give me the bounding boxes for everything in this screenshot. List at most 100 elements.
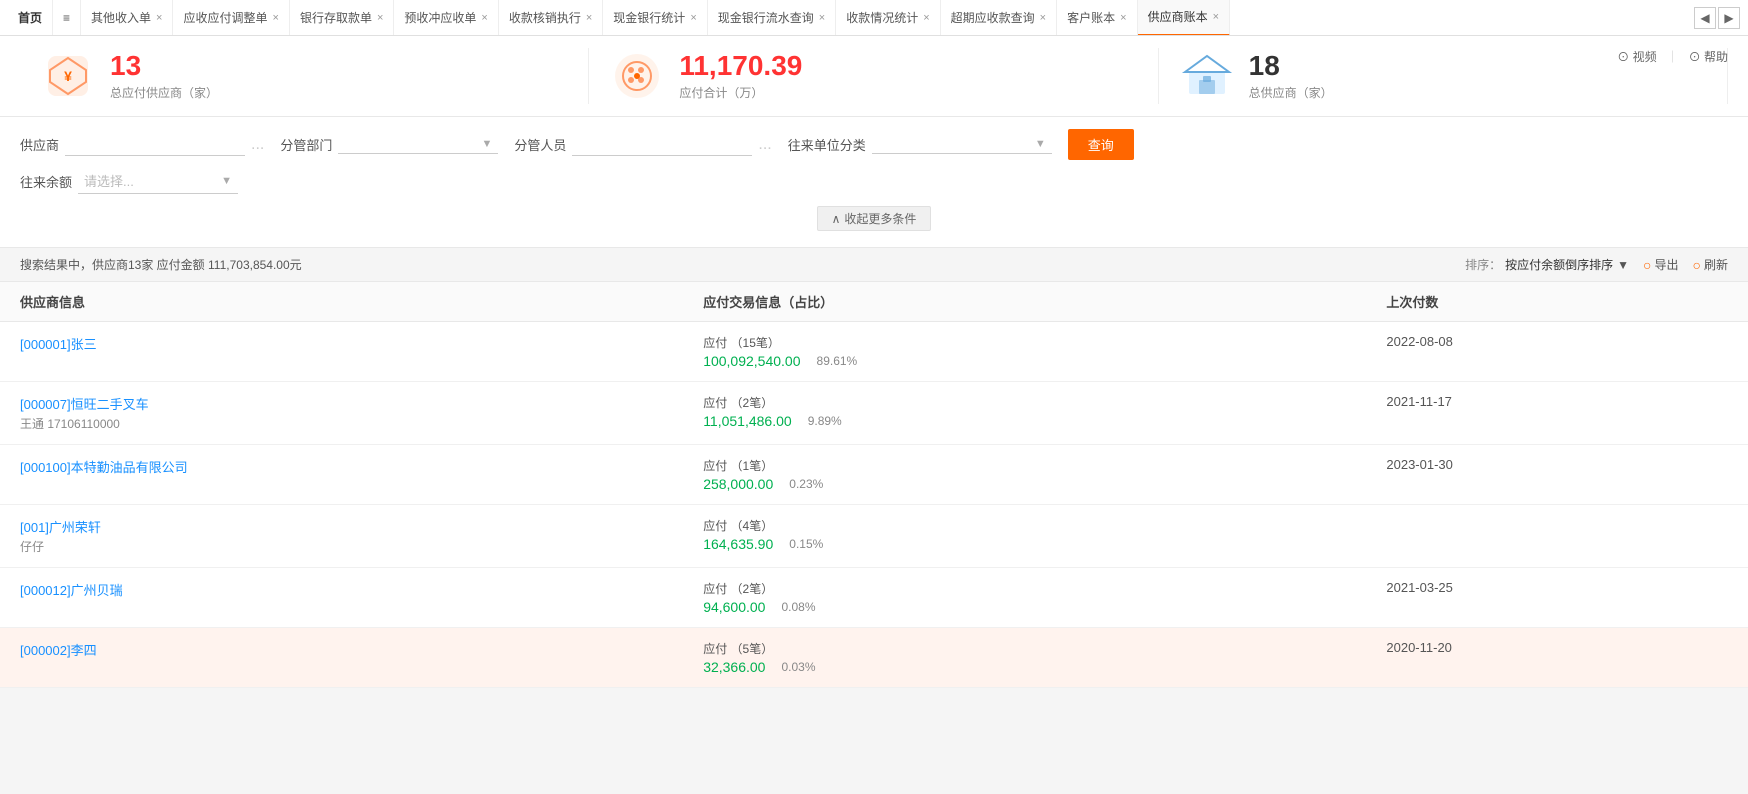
nav-tab-prepay-ar[interactable]: 预收冲应收单 ×: [394, 0, 498, 36]
trans-amount-link-5[interactable]: 32,366.00: [703, 659, 765, 675]
supplier-link-5[interactable]: [000002]李四: [20, 643, 97, 658]
close-cash-bank-stat-icon[interactable]: ×: [690, 12, 696, 24]
col-header-supplier: 供应商信息: [20, 292, 703, 311]
collapse-button[interactable]: ∧ 收起更多条件: [817, 206, 932, 231]
category-filter-label: 往来单位分类: [788, 135, 866, 154]
store-icon: [1179, 48, 1235, 104]
last-pay-0: 2022-08-08: [1386, 334, 1728, 349]
supplier-filter-input[interactable]: [65, 134, 245, 156]
balance-chevron-down-icon: ▼: [221, 175, 232, 187]
col-header-lastpay: 上次付数: [1386, 292, 1728, 311]
category-filter-select[interactable]: ▼: [872, 135, 1052, 154]
nav-tab-home-label: 首页: [18, 9, 42, 26]
nav-tab-collection-verify[interactable]: 收款核销执行 ×: [499, 0, 603, 36]
nav-tab-menu[interactable]: ≡: [53, 0, 81, 36]
result-bar-right: 排序： 按应付余额倒序排序 ▼ ○ 导出 ○ 刷新: [1465, 256, 1728, 273]
sort-control[interactable]: 排序： 按应付余额倒序排序 ▼: [1465, 256, 1629, 273]
close-cash-flow-query-icon[interactable]: ×: [819, 12, 825, 24]
dept-filter-label: 分管部门: [280, 135, 332, 154]
help-link[interactable]: ⊙ 帮助: [1689, 48, 1728, 65]
export-button[interactable]: ○ 导出: [1643, 256, 1678, 273]
close-overdue-ar-query-icon[interactable]: ×: [1040, 12, 1046, 24]
diamond-coin-icon: ¥: [40, 48, 96, 104]
person-dots-icon[interactable]: ...: [758, 136, 771, 154]
close-collection-verify-icon[interactable]: ×: [586, 12, 592, 24]
nav-tab-overdue-ar-query[interactable]: 超期应收款查询 ×: [941, 0, 1057, 36]
nav-tab-supplier-ledger-label: 供应商账本: [1148, 8, 1208, 25]
trans-label-1: 应付 （2笔）: [703, 394, 1386, 411]
close-collection-stat-icon[interactable]: ×: [923, 12, 929, 24]
close-prepay-ar-icon[interactable]: ×: [481, 12, 487, 24]
trans-amount-link-2[interactable]: 258,000.00: [703, 476, 773, 492]
close-bank-deposit-icon[interactable]: ×: [377, 12, 383, 24]
query-button[interactable]: 查询: [1068, 129, 1134, 160]
trans-amount-link-3[interactable]: 164,635.90: [703, 536, 773, 552]
col-header-transaction: 应付交易信息（占比）: [703, 292, 1386, 311]
nav-tab-collection-stat[interactable]: 收款情况统计 ×: [836, 0, 940, 36]
video-link[interactable]: ⊙ 视频: [1617, 48, 1656, 65]
balance-filter-label: 往来余额: [20, 172, 72, 191]
close-ar-ap-adjust-icon[interactable]: ×: [273, 12, 279, 24]
supplier-info-1: [000007]恒旺二手叉车 王通 17106110000: [20, 394, 703, 432]
trans-label-4: 应付 （2笔）: [703, 580, 1386, 597]
nav-tab-home[interactable]: 首页: [8, 0, 53, 36]
nav-tab-menu-label: ≡: [63, 11, 70, 25]
nav-tab-other-income-label: 其他收入单: [91, 9, 151, 26]
nav-tab-supplier-ledger[interactable]: 供应商账本 ×: [1138, 0, 1230, 36]
supplier-info-4: [000012]广州贝瑞: [20, 580, 703, 599]
close-supplier-ledger-icon[interactable]: ×: [1213, 11, 1219, 23]
summary-payable-suppliers: ¥ 13 总应付供应商（家）: [20, 48, 589, 104]
payable-suppliers-number: 13: [110, 51, 218, 82]
balance-filter-select[interactable]: 请选择... ▼: [78, 168, 238, 194]
transaction-info-2: 应付 （1笔） 258,000.00 0.23%: [703, 457, 1386, 492]
nav-prev-button[interactable]: ◀: [1694, 7, 1716, 29]
table-header: 供应商信息 应付交易信息（占比） 上次付数: [0, 282, 1748, 322]
supplier-name-3: [001]广州荣轩: [20, 517, 703, 536]
nav-tab-other-income[interactable]: 其他收入单 ×: [81, 0, 173, 36]
refresh-button[interactable]: ○ 刷新: [1693, 256, 1728, 273]
transaction-info-4: 应付 （2笔） 94,600.00 0.08%: [703, 580, 1386, 615]
nav-next-button[interactable]: ▶: [1718, 7, 1740, 29]
supplier-link-3[interactable]: [001]广州荣轩: [20, 520, 101, 535]
supplier-link-1[interactable]: [000007]恒旺二手叉车: [20, 397, 149, 412]
result-summary-text: 搜索结果中，供应商13家 应付金额 111,703,854.00元: [20, 256, 302, 273]
nav-tab-cash-flow-query-label: 现金银行流水查询: [718, 9, 814, 26]
collapse-label: 收起更多条件: [844, 210, 916, 227]
nav-tab-collection-stat-label: 收款情况统计: [846, 9, 918, 26]
trans-amount-link-0[interactable]: 100,092,540.00: [703, 353, 800, 369]
filter-person: 分管人员 ...: [514, 134, 771, 156]
table-row: [000001]张三 应付 （15笔） 100,092,540.00 89.61…: [0, 322, 1748, 382]
trans-amount-link-4[interactable]: 94,600.00: [703, 599, 765, 615]
nav-tab-customer-ledger[interactable]: 客户账本 ×: [1057, 0, 1137, 36]
sort-value[interactable]: 按应付余额倒序排序: [1505, 256, 1613, 273]
supplier-link-4[interactable]: [000012]广州贝瑞: [20, 583, 123, 598]
filter-dept: 分管部门 ▼: [280, 135, 498, 154]
export-icon: ○: [1643, 257, 1651, 273]
top-navigation: 首页 ≡ 其他收入单 × 应收应付调整单 × 银行存取款单 × 预收冲应收单 ×…: [0, 0, 1748, 36]
supplier-table: 供应商信息 应付交易信息（占比） 上次付数 [000001]张三 应付 （15笔…: [0, 282, 1748, 688]
supplier-link-2[interactable]: [000100]本特勤油品有限公司: [20, 460, 188, 475]
nav-tab-cash-bank-stat-label: 现金银行统计: [613, 9, 685, 26]
supplier-dots-icon[interactable]: ...: [251, 136, 264, 154]
nav-tab-collection-verify-label: 收款核销执行: [509, 9, 581, 26]
dept-filter-select[interactable]: ▼: [338, 135, 498, 154]
last-pay-1: 2021-11-17: [1386, 394, 1728, 409]
nav-tab-cash-bank-stat[interactable]: 现金银行统计 ×: [603, 0, 707, 36]
person-filter-input[interactable]: [572, 134, 752, 156]
trans-percent-5: 0.03%: [781, 660, 815, 674]
supplier-name-0: [000001]张三: [20, 334, 703, 353]
close-customer-ledger-icon[interactable]: ×: [1120, 12, 1126, 24]
summary-payable-suppliers-text: 13 总应付供应商（家）: [110, 51, 218, 101]
nav-tab-cash-flow-query[interactable]: 现金银行流水查询 ×: [708, 0, 836, 36]
top-right-links: ⊙ 视频 ｜ ⊙ 帮助: [1617, 48, 1728, 65]
nav-tab-bank-deposit[interactable]: 银行存取款单 ×: [290, 0, 394, 36]
close-other-income-icon[interactable]: ×: [156, 12, 162, 24]
dept-chevron-down-icon: ▼: [481, 138, 492, 150]
supplier-link-0[interactable]: [000001]张三: [20, 337, 97, 352]
filter-area: 供应商 ... 分管部门 ▼ 分管人员 ... 往来单位分类 ▼ 查询: [0, 117, 1748, 248]
supplier-info-3: [001]广州荣轩 仔仔: [20, 517, 703, 555]
trans-percent-1: 9.89%: [808, 414, 842, 428]
nav-tab-ar-ap-adjust[interactable]: 应收应付调整单 ×: [173, 0, 289, 36]
filter-supplier: 供应商 ...: [20, 134, 264, 156]
trans-amount-link-1[interactable]: 11,051,486.00: [703, 413, 792, 429]
